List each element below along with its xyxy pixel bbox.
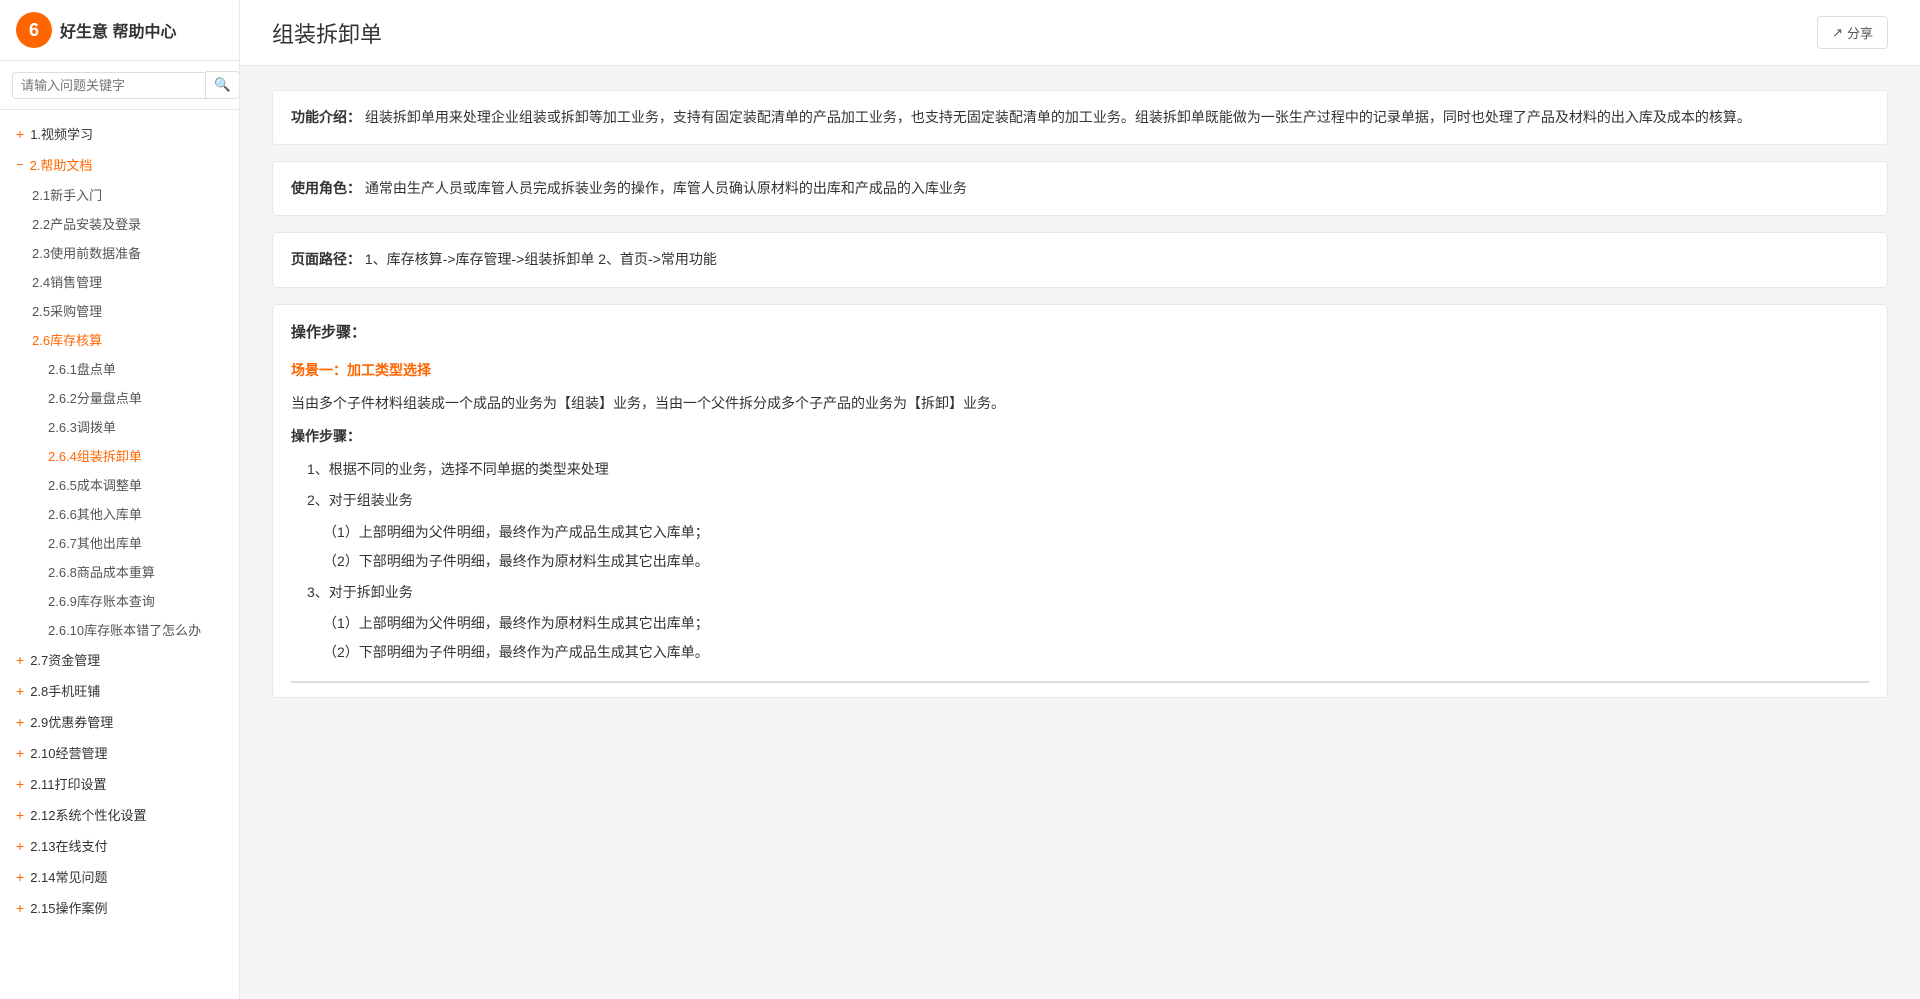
expand-icon: + — [16, 776, 24, 792]
scene1-desc: 当由多个子件材料组装成一个成品的业务为【组装】业务，当由一个父件拆分成多个子产品… — [291, 391, 1869, 416]
sidebar-item-label: 2.13在线支付 — [30, 836, 107, 855]
brand-name: 好生意 帮助中心 — [60, 18, 176, 42]
sidebar-item-finance[interactable]: + 2.7资金管理 — [0, 644, 239, 675]
step2: 2、对于组装业务 — [307, 488, 1869, 513]
sidebar-item-purchase[interactable]: 2.5采购管理 — [0, 296, 239, 325]
path-label: 页面路径： — [291, 251, 361, 267]
step3-sub2: （2）下部明细为子件明细，最终作为产成品生成其它入库单。 — [323, 640, 1869, 665]
sidebar-item-video[interactable]: + 1.视频学习 — [0, 118, 239, 149]
sidebar-item-other-in[interactable]: 2.6.6其他入库单 — [0, 499, 239, 528]
sidebar-item-inventory[interactable]: 2.6库存核算 — [0, 325, 239, 354]
sidebar-nav: + 1.视频学习 − 2.帮助文档 2.1新手入门 2.2产品安装及登录 2.3… — [0, 110, 239, 999]
sidebar-item-biz-mgmt[interactable]: + 2.10经营管理 — [0, 737, 239, 768]
sidebar-item-label: 2.7资金管理 — [30, 650, 100, 669]
main-header: 组装拆卸单 ↗ 分享 — [240, 0, 1920, 66]
path-text: 1、库存核算->库存管理->组装拆卸单 2、首页->常用功能 — [365, 251, 717, 267]
expand-icon: + — [16, 714, 24, 730]
sidebar-item-customize[interactable]: + 2.12系统个性化设置 — [0, 799, 239, 830]
sidebar-item-ledger-error[interactable]: 2.6.10库存账本错了怎么办 — [0, 615, 239, 644]
step2-sub2: （2）下部明细为子件明细，最终作为原材料生成其它出库单。 — [323, 549, 1869, 574]
expand-icon: + — [16, 807, 24, 823]
sidebar-item-mobile[interactable]: + 2.8手机旺铺 — [0, 675, 239, 706]
intro-block: 功能介绍： 组装拆卸单用来处理企业组装或拆卸等加工业务，支持有固定装配清单的产品… — [272, 90, 1888, 145]
sidebar-item-label: 1.视频学习 — [30, 124, 93, 143]
step2-sub1: （1）上部明细为父件明细，最终作为产成品生成其它入库单； — [323, 520, 1869, 545]
sidebar-item-partial-stocktake[interactable]: 2.6.2分量盘点单 — [0, 383, 239, 412]
sidebar-item-label: 2.帮助文档 — [30, 155, 93, 174]
expand-icon: + — [16, 683, 24, 699]
ops-steps-label: 操作步骤： — [291, 424, 1869, 449]
share-button[interactable]: ↗ 分享 — [1817, 16, 1888, 49]
sidebar-item-label: 2.8手机旺铺 — [30, 681, 100, 700]
page-title: 组装拆卸单 — [272, 17, 382, 49]
sidebar-item-label: 2.11打印设置 — [30, 774, 106, 793]
main-content: 组装拆卸单 ↗ 分享 功能介绍： 组装拆卸单用来处理企业组装或拆卸等加工业务，支… — [240, 0, 1920, 999]
sidebar-item-label: 2.15操作案例 — [30, 898, 107, 917]
expand-icon: + — [16, 652, 24, 668]
expand-icon: + — [16, 126, 24, 142]
sidebar-item-label: 2.14常见问题 — [30, 867, 107, 886]
sidebar-item-coupon[interactable]: + 2.9优惠券管理 — [0, 706, 239, 737]
collapse-icon: − — [16, 157, 24, 172]
expand-icon: + — [16, 838, 24, 854]
path-block: 页面路径： 1、库存核算->库存管理->组装拆卸单 2、首页->常用功能 — [272, 232, 1888, 287]
sidebar-item-print[interactable]: + 2.11打印设置 — [0, 768, 239, 799]
sidebar-item-data-prep[interactable]: 2.3使用前数据准备 — [0, 238, 239, 267]
sidebar-item-install[interactable]: 2.2产品安装及登录 — [0, 209, 239, 238]
sidebar-item-label: 2.9优惠券管理 — [30, 712, 113, 731]
sidebar-item-cost-recalc[interactable]: 2.6.8商品成本重算 — [0, 557, 239, 586]
sidebar-item-stocktake[interactable]: 2.6.1盘点单 — [0, 354, 239, 383]
ops-block: 操作步骤： 场景一：加工类型选择 当由多个子件材料组装成一个成品的业务为【组装】… — [272, 304, 1888, 699]
intro-label: 功能介绍： — [291, 109, 361, 125]
share-icon: ↗ — [1832, 25, 1843, 41]
role-label: 使用角色： — [291, 180, 361, 196]
sidebar-item-label: 2.10经营管理 — [30, 743, 107, 762]
expand-icon: + — [16, 869, 24, 885]
sidebar-item-transfer[interactable]: 2.6.3调拨单 — [0, 412, 239, 441]
step1: 1、根据不同的业务，选择不同单据的类型来处理 — [307, 457, 1869, 482]
expand-icon: + — [16, 900, 24, 916]
sidebar-item-newcomer[interactable]: 2.1新手入门 — [0, 180, 239, 209]
sidebar-item-faq[interactable]: + 2.14常见问题 — [0, 861, 239, 892]
sidebar-item-payment[interactable]: + 2.13在线支付 — [0, 830, 239, 861]
role-text: 通常由生产人员或库管人员完成拆装业务的操作，库管人员确认原材料的出库和产成品的入… — [365, 180, 967, 196]
logo-icon: 6 — [16, 12, 52, 48]
search-input[interactable] — [12, 72, 206, 99]
search-bar: 🔍 — [0, 61, 239, 110]
sidebar-item-inventory-ledger[interactable]: 2.6.9库存账本查询 — [0, 586, 239, 615]
expand-icon: + — [16, 745, 24, 761]
step3-sub1: （1）上部明细为父件明细，最终作为原材料生成其它出库单； — [323, 611, 1869, 636]
search-button[interactable]: 🔍 — [206, 71, 240, 99]
sidebar-item-sales[interactable]: 2.4销售管理 — [0, 267, 239, 296]
content-area: 功能介绍： 组装拆卸单用来处理企业组装或拆卸等加工业务，支持有固定装配清单的产品… — [240, 66, 1920, 999]
sidebar-item-cases[interactable]: + 2.15操作案例 — [0, 892, 239, 923]
intro-text: 组装拆卸单用来处理企业组装或拆卸等加工业务，支持有固定装配清单的产品加工业务，也… — [365, 109, 1751, 125]
sidebar-item-cost-adjust[interactable]: 2.6.5成本调整单 — [0, 470, 239, 499]
sidebar-item-other-out[interactable]: 2.6.7其他出库单 — [0, 528, 239, 557]
sidebar-item-label: 2.12系统个性化设置 — [30, 805, 146, 824]
sidebar-item-assembly[interactable]: 2.6.4组装拆卸单 — [0, 441, 239, 470]
erp-screenshot: 6 TEST-H002 ▼ ⟳ 消息通知一下 🔔 App下载 ☎ 包括服务 帮助… — [291, 681, 1869, 683]
step3: 3、对于拆卸业务 — [307, 580, 1869, 605]
ops-title: 操作步骤： — [291, 319, 1869, 346]
sidebar-header: 6 好生意 帮助中心 — [0, 0, 239, 61]
role-block: 使用角色： 通常由生产人员或库管人员完成拆装业务的操作，库管人员确认原材料的出库… — [272, 161, 1888, 216]
erp-topbar: 6 TEST-H002 ▼ ⟳ 消息通知一下 🔔 App下载 ☎ 包括服务 帮助… — [292, 682, 1868, 683]
sidebar: 6 好生意 帮助中心 🔍 + 1.视频学习 − 2.帮助文档 2.1新手入门 2… — [0, 0, 240, 999]
sidebar-item-docs[interactable]: − 2.帮助文档 — [0, 149, 239, 180]
scene1-title: 场景一：加工类型选择 — [291, 358, 1869, 383]
